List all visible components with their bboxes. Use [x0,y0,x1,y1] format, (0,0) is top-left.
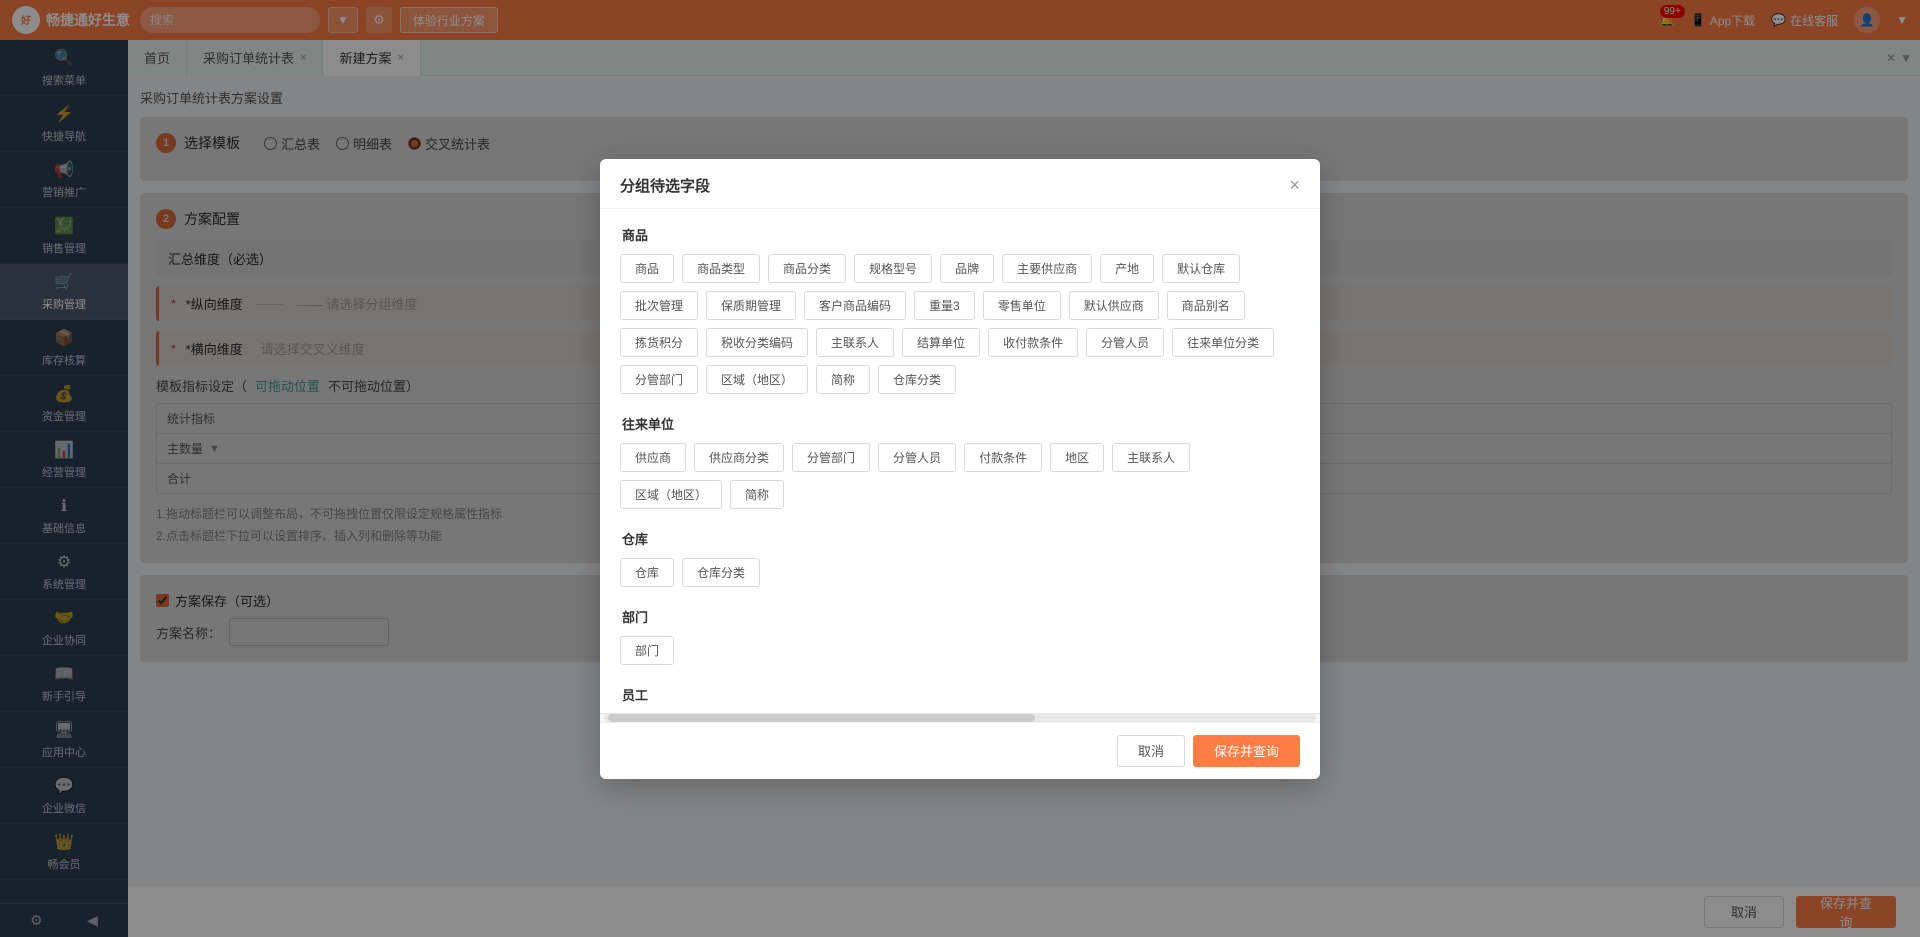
dept-field-tags: 部门 [620,636,1300,665]
field-tag-spec-model[interactable]: 规格型号 [854,254,932,283]
field-tag-default-supplier[interactable]: 默认供应商 [1069,291,1159,320]
dialog-hscroll[interactable] [600,713,1320,722]
field-tag-dept[interactable]: 分管部门 [620,365,698,394]
dialog: 分组待选字段 × 商品 商品 商品类型 商品分类 规格型号 品牌 主要供应商 产… [600,159,1320,779]
field-tag-supplier-category[interactable]: 供应商分类 [694,443,784,472]
field-tag-default-warehouse[interactable]: 默认仓库 [1162,254,1240,283]
hscroll-track [604,714,1316,722]
field-tag-customer-code[interactable]: 客户商品编码 [804,291,906,320]
field-tag-origin[interactable]: 产地 [1100,254,1154,283]
field-tag-settlement-unit[interactable]: 结算单位 [902,328,980,357]
goods-field-tags: 商品 商品类型 商品分类 规格型号 品牌 主要供应商 产地 默认仓库 批次管理 … [620,254,1300,394]
warehouse-field-tags: 仓库 仓库分类 [620,558,1300,587]
section-partner: 往来单位 供应商 供应商分类 分管部门 分管人员 付款条件 地区 主联系人 区域… [620,414,1300,509]
dialog-footer: 取消 保存并查询 [600,722,1320,779]
field-tag-brand[interactable]: 品牌 [940,254,994,283]
field-tag-retail-unit[interactable]: 零售单位 [983,291,1061,320]
field-tag-tax-code[interactable]: 税收分类编码 [706,328,808,357]
field-tag-main-supplier[interactable]: 主要供应商 [1002,254,1092,283]
field-tag-warehouse-cat[interactable]: 仓库分类 [682,558,760,587]
field-tag-mgmt-dept[interactable]: 分管部门 [792,443,870,472]
modal-overlay: 分组待选字段 × 商品 商品 商品类型 商品分类 规格型号 品牌 主要供应商 产… [0,0,1920,937]
section-warehouse: 仓库 仓库 仓库分类 [620,529,1300,587]
hscroll-thumb[interactable] [608,714,1035,722]
section-warehouse-title: 仓库 [620,529,1300,548]
field-tag-goods-category[interactable]: 商品分类 [768,254,846,283]
dialog-close-btn[interactable]: × [1289,176,1300,194]
field-tag-warehouse[interactable]: 仓库 [620,558,674,587]
field-tag-goods[interactable]: 商品 [620,254,674,283]
section-goods: 商品 商品 商品类型 商品分类 规格型号 品牌 主要供应商 产地 默认仓库 批次… [620,225,1300,394]
field-tag-short-name2[interactable]: 简称 [730,480,784,509]
field-tag-alias[interactable]: 商品别名 [1167,291,1245,320]
dialog-header: 分组待选字段 × [600,159,1320,209]
section-department: 部门 部门 [620,607,1300,665]
field-tag-mgmt-person[interactable]: 分管人员 [878,443,956,472]
field-tag-main-contact2[interactable]: 主联系人 [1112,443,1190,472]
field-tag-department[interactable]: 部门 [620,636,674,665]
section-staff: 员工 业务员 [620,685,1300,713]
field-tag-area[interactable]: 地区 [1050,443,1104,472]
field-tag-warehouse-category[interactable]: 仓库分类 [878,365,956,394]
field-tag-payment-terms[interactable]: 收付款条件 [988,328,1078,357]
field-tag-supervisor[interactable]: 分管人员 [1086,328,1164,357]
field-tag-batch-mgmt[interactable]: 批次管理 [620,291,698,320]
dialog-title: 分组待选字段 [620,175,710,196]
save-query-button[interactable]: 保存并查询 [1193,735,1300,767]
field-tag-region2[interactable]: 区域（地区） [620,480,722,509]
field-tag-partner-category[interactable]: 往来单位分类 [1172,328,1274,357]
field-tag-main-contact[interactable]: 主联系人 [816,328,894,357]
field-tag-short-name[interactable]: 简称 [816,365,870,394]
field-tag-shelf-life[interactable]: 保质期管理 [706,291,796,320]
cancel-button[interactable]: 取消 [1117,735,1185,767]
section-goods-title: 商品 [620,225,1300,244]
field-tag-supplier[interactable]: 供应商 [620,443,686,472]
field-tag-payment-cond[interactable]: 付款条件 [964,443,1042,472]
section-department-title: 部门 [620,607,1300,626]
field-tag-region[interactable]: 区域（地区） [706,365,808,394]
field-tag-weight3[interactable]: 重量3 [914,291,975,320]
partner-field-tags: 供应商 供应商分类 分管部门 分管人员 付款条件 地区 主联系人 区域（地区） … [620,443,1300,509]
dialog-body: 商品 商品 商品类型 商品分类 规格型号 品牌 主要供应商 产地 默认仓库 批次… [600,209,1320,713]
section-staff-title: 员工 [620,685,1300,704]
field-tag-pick-points[interactable]: 拣货积分 [620,328,698,357]
field-tag-goods-type[interactable]: 商品类型 [682,254,760,283]
section-partner-title: 往来单位 [620,414,1300,433]
